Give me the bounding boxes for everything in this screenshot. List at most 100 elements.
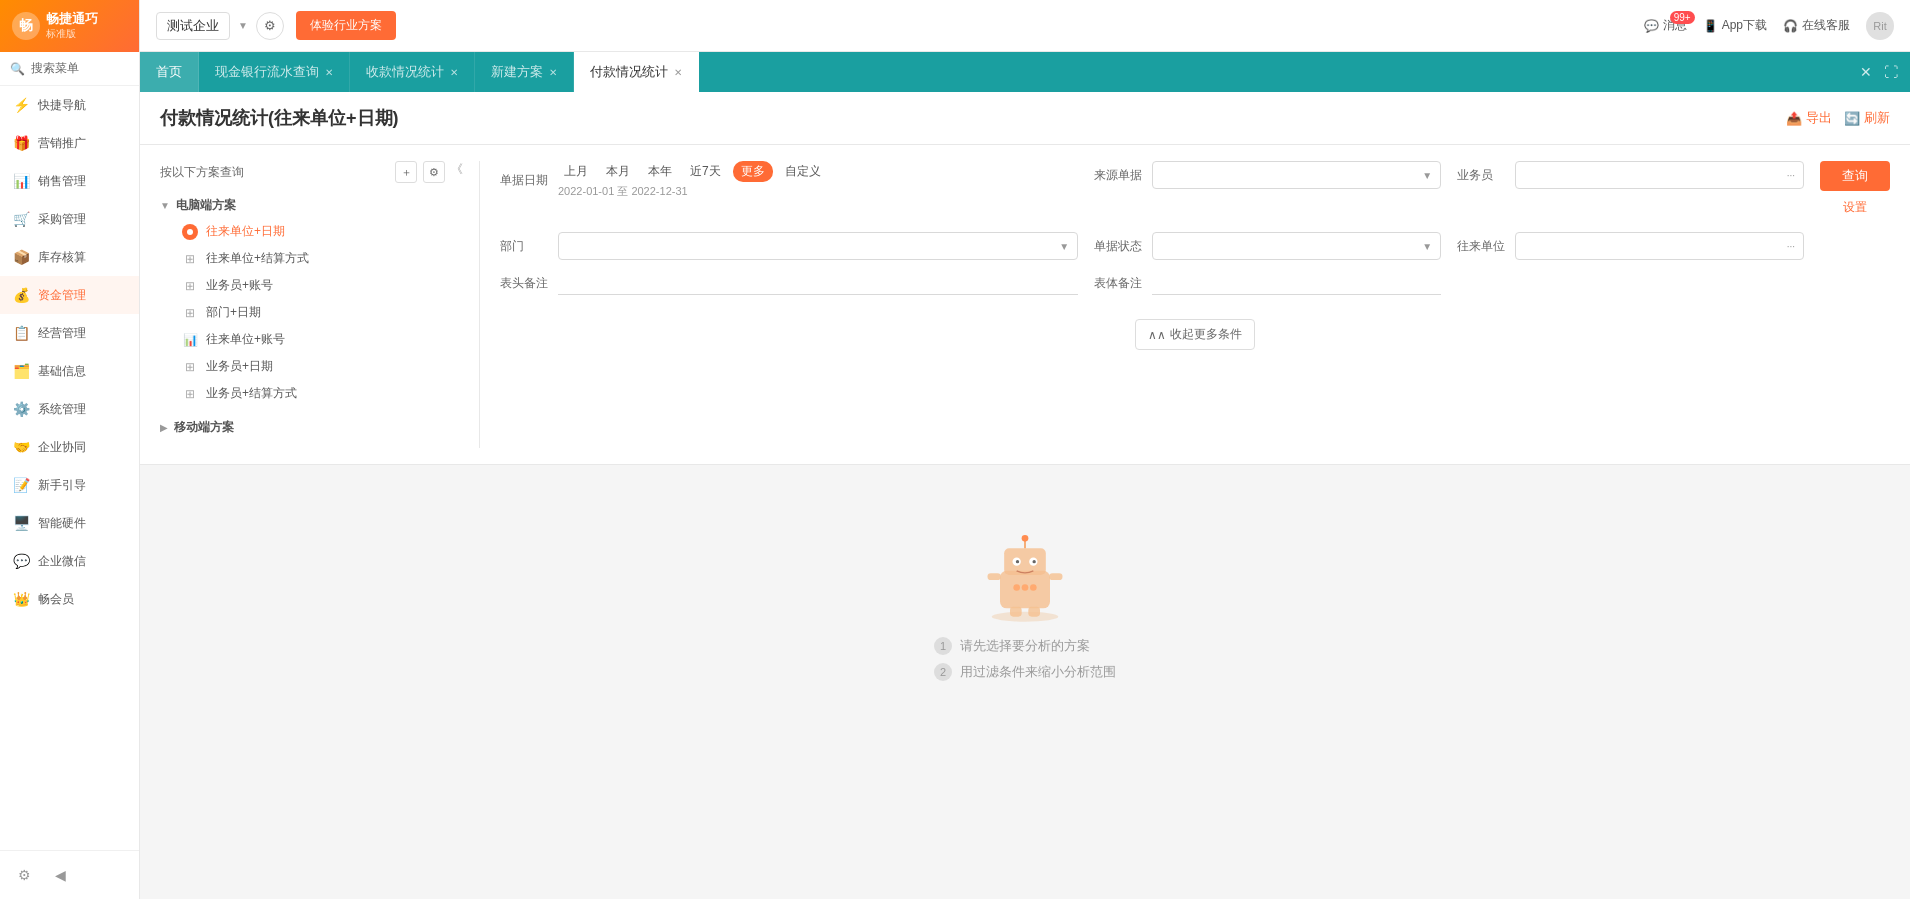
sidebar-item-purchase[interactable]: 🛒 采购管理 [0, 200, 139, 238]
notifications-badge: 99+ [1670, 11, 1695, 24]
collapse-conditions-btn[interactable]: ∧∧ 收起更多条件 [1135, 319, 1255, 350]
mobile-scheme-group: ▶ 移动端方案 [160, 415, 463, 440]
sidebar-item-finance[interactable]: 💰 资金管理 [0, 276, 139, 314]
scheme-icon-4: ⊞ [182, 305, 198, 321]
footer-collapse-btn[interactable]: ◀ [46, 861, 74, 889]
empty-tip-1: 1 请先选择要分析的方案 [934, 637, 1116, 655]
page-title: 付款情况统计(往来单位+日期) [160, 106, 399, 130]
tab-new-plan-close[interactable]: ✕ [549, 67, 557, 78]
refresh-btn[interactable]: 🔄 刷新 [1844, 109, 1890, 127]
table-body-note-input[interactable] [1152, 272, 1441, 295]
tab-payments[interactable]: 付款情况统计 ✕ [574, 52, 699, 92]
fullscreen-btn[interactable]: ⛶ [1884, 64, 1898, 80]
export-label: 导出 [1806, 109, 1832, 127]
mobile-group-label: 移动端方案 [174, 419, 234, 436]
app-icon: 📱 [1703, 19, 1718, 33]
scheme-staff-date[interactable]: ⊞ 业务员+日期 [176, 353, 463, 380]
trial-btn[interactable]: 体验行业方案 [296, 11, 396, 40]
desktop-group-arrow: ▼ [160, 200, 170, 211]
tab-bank-close[interactable]: ✕ [325, 67, 333, 78]
page-header: 付款情况统计(往来单位+日期) 📤 导出 🔄 刷新 [140, 92, 1910, 145]
doc-status-select[interactable]: ▼ [1152, 232, 1441, 260]
table-header-note-input[interactable] [558, 272, 1078, 295]
date-btn-this-month[interactable]: 本月 [600, 161, 636, 182]
scheme-staff-account[interactable]: ⊞ 业务员+账号 [176, 272, 463, 299]
tab-new-plan[interactable]: 新建方案 ✕ [475, 52, 574, 92]
logo-icon: 畅 [12, 12, 40, 40]
dept-select[interactable]: ▼ [558, 232, 1078, 260]
desktop-group-header[interactable]: ▼ 电脑端方案 [160, 193, 463, 218]
settings-btn[interactable]: ⚙ [256, 12, 284, 40]
scheme-staff-date-label: 业务员+日期 [206, 358, 273, 375]
scheme-dept-date-label: 部门+日期 [206, 304, 261, 321]
sidebar-item-sales[interactable]: 📊 销售管理 [0, 162, 139, 200]
sidebar-title: 畅捷通巧 [46, 11, 98, 27]
search-menu[interactable]: 🔍 搜索菜单 [0, 52, 139, 86]
date-btn-more[interactable]: 更多 [733, 161, 773, 182]
notifications-btn[interactable]: 💬 消息 99+ [1644, 17, 1687, 34]
collapse-label: 收起更多条件 [1170, 326, 1242, 343]
scheme-staff-settle[interactable]: ⊞ 业务员+结算方式 [176, 380, 463, 407]
export-btn[interactable]: 📤 导出 [1786, 109, 1832, 127]
sidebar-item-marketing[interactable]: 🎁 营销推广 [0, 124, 139, 162]
sidebar-item-member[interactable]: 👑 畅会员 [0, 580, 139, 618]
sidebar-item-basic[interactable]: 🗂️ 基础信息 [0, 352, 139, 390]
svg-point-6 [1016, 560, 1019, 563]
filter-area: 按以下方案查询 ＋ ⚙ 《 ▼ 电脑端方案 [140, 145, 1910, 465]
tab-payments-close[interactable]: ✕ [674, 67, 682, 78]
scheme-unit-settle[interactable]: ⊞ 往来单位+结算方式 [176, 245, 463, 272]
sidebar-item-hardware[interactable]: 🖥️ 智能硬件 [0, 504, 139, 542]
sidebar-item-system[interactable]: ⚙️ 系统管理 [0, 390, 139, 428]
footer-settings-btn[interactable]: ⚙ [10, 861, 38, 889]
source-doc-select[interactable]: ▼ [1152, 161, 1441, 189]
scheme-unit-account[interactable]: 📊 往来单位+账号 [176, 326, 463, 353]
sidebar-item-label: 资金管理 [38, 287, 86, 304]
collapse-scheme-btn[interactable]: 《 [451, 161, 463, 183]
sidebar-item-quick-nav[interactable]: ⚡ 快捷导航 [0, 86, 139, 124]
filter-actions: 查询 设置 [1820, 161, 1890, 220]
manage-scheme-btn[interactable]: ⚙ [423, 161, 445, 183]
sidebar-item-collab[interactable]: 🤝 企业协同 [0, 428, 139, 466]
scheme-header: 按以下方案查询 ＋ ⚙ 《 [160, 161, 463, 183]
sidebar-brand: 畅捷通巧 标准版 [46, 11, 98, 41]
online-service-btn[interactable]: 🎧 在线客服 [1783, 17, 1850, 34]
date-btn-this-year[interactable]: 本年 [642, 161, 678, 182]
sidebar-item-guide[interactable]: 📝 新手引导 [0, 466, 139, 504]
sidebar-item-label: 销售管理 [38, 173, 86, 190]
sidebar-item-inventory[interactable]: 📦 库存核算 [0, 238, 139, 276]
tab-bank[interactable]: 现金银行流水查询 ✕ [199, 52, 350, 92]
dept-label: 部门 [500, 238, 550, 255]
sidebar-item-operation[interactable]: 📋 经营管理 [0, 314, 139, 352]
tab-receipts-close[interactable]: ✕ [450, 67, 458, 78]
tip-1-num: 1 [934, 637, 952, 655]
sidebar: 畅 畅捷通巧 标准版 🔍 搜索菜单 ⚡ 快捷导航 🎁 营销推广 📊 销售管理 🛒… [0, 0, 140, 899]
query-btn[interactable]: 查询 [1820, 161, 1890, 191]
tip-2-num: 2 [934, 663, 952, 681]
inventory-icon: 📦 [12, 248, 30, 266]
scheme-dept-date[interactable]: ⊞ 部门+日期 [176, 299, 463, 326]
staff-arrow: ··· [1787, 170, 1795, 181]
doc-status-label: 单据状态 [1094, 238, 1144, 255]
staff-select[interactable]: ··· [1515, 161, 1804, 189]
sidebar-item-label: 库存核算 [38, 249, 86, 266]
filter-row-3: 表头备注 表体备注 [500, 272, 1890, 295]
tab-home[interactable]: 首页 [140, 52, 199, 92]
sidebar-item-wechat[interactable]: 💬 企业微信 [0, 542, 139, 580]
date-btn-last-month[interactable]: 上月 [558, 161, 594, 182]
online-service-label: 在线客服 [1802, 17, 1850, 34]
close-all-btn[interactable]: ✕ [1860, 64, 1872, 80]
add-scheme-btn[interactable]: ＋ [395, 161, 417, 183]
user-avatar[interactable]: Rit [1866, 12, 1894, 40]
partner-select[interactable]: ··· [1515, 232, 1804, 260]
date-btn-7days[interactable]: 近7天 [684, 161, 727, 182]
settings-link[interactable]: 设置 [1820, 195, 1890, 220]
app-download-btn[interactable]: 📱 App下载 [1703, 17, 1767, 34]
date-btn-custom[interactable]: 自定义 [779, 161, 827, 182]
scheme-staff-account-label: 业务员+账号 [206, 277, 273, 294]
mobile-group-arrow: ▶ [160, 422, 168, 433]
tab-receipts[interactable]: 收款情况统计 ✕ [350, 52, 475, 92]
scheme-unit-date[interactable]: 往来单位+日期 [176, 218, 463, 245]
mobile-group-header[interactable]: ▶ 移动端方案 [160, 415, 463, 440]
tab-bank-label: 现金银行流水查询 [215, 63, 319, 81]
company-selector[interactable]: 测试企业 [156, 12, 230, 40]
